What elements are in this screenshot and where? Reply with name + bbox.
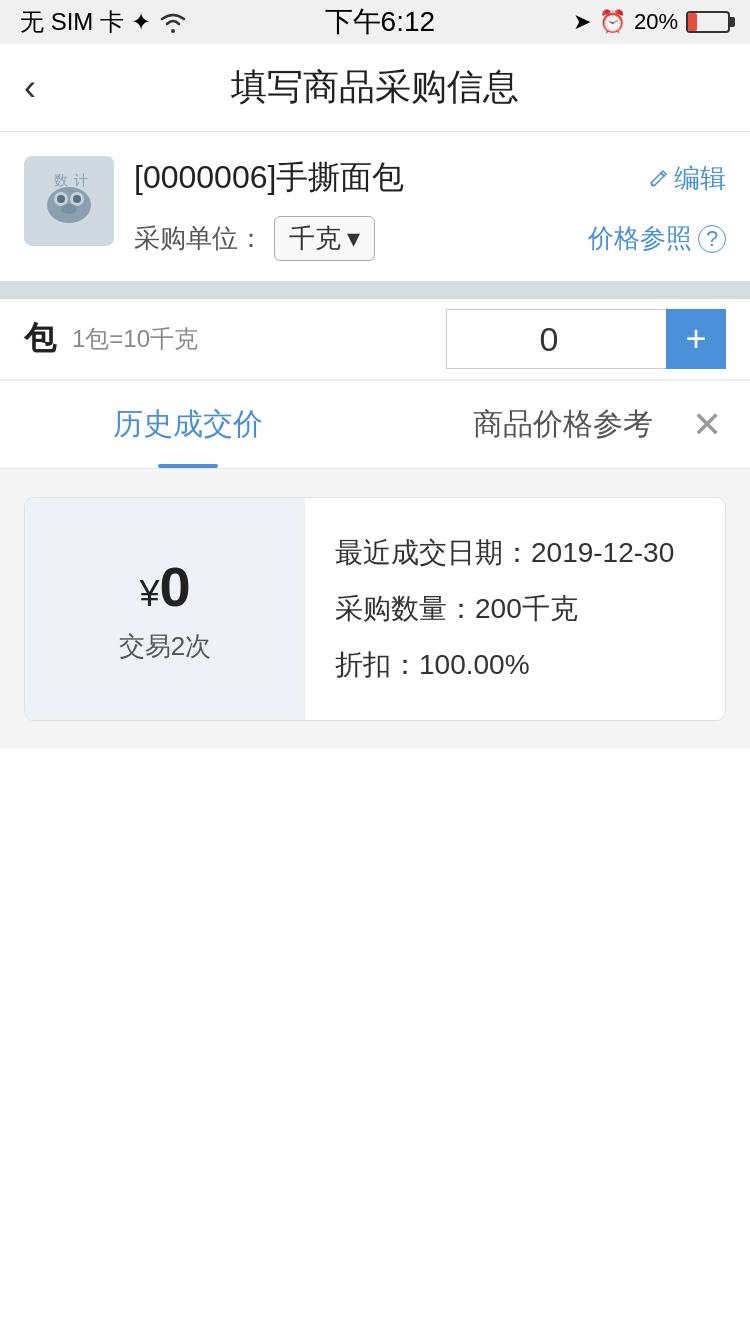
close-button[interactable]: ✕ [692,404,722,446]
price-amount: 0 [159,555,190,618]
discount-line: 折扣：100.00% [335,646,695,684]
status-right: ➤ ⏰ 20% [573,9,730,35]
quantity-input-wrap: + [446,309,726,369]
help-icon: ? [698,225,726,253]
dropdown-arrow: ▾ [347,223,360,254]
wifi-icon [159,11,187,33]
battery-icon [686,11,730,33]
price-card-left: ¥0 交易2次 [25,498,305,720]
product-details: [0000006]手撕面包 编辑 采购单位： 千克 ▾ 价格参照 [134,156,726,261]
tab-active-indicator [158,464,218,468]
location-icon: ➤ [573,9,591,35]
svg-point-5 [61,204,77,214]
quantity-label: 包 1包=10千克 [24,317,198,361]
section-divider [0,281,750,299]
white-area [0,749,750,1334]
recent-date-label: 最近成交日期： [335,537,531,568]
currency-symbol: ¥ [139,573,159,614]
quantity-plus-button[interactable]: + [666,309,726,369]
discount-label: 折扣： [335,649,419,680]
tab-product-price-ref-label: 商品价格参考 [473,404,653,445]
tab-history-price[interactable]: 历史成交价 [0,381,375,468]
status-bar: 无 SIM 卡 ✦ 下午6:12 ➤ ⏰ 20% [0,0,750,44]
product-image-icon: 数 计 [39,171,99,231]
status-left: 无 SIM 卡 ✦ [20,6,187,38]
product-meta: 采购单位： 千克 ▾ 价格参照 ? [134,216,726,261]
price-ref-label: 价格参照 [588,221,692,256]
trade-count: 交易2次 [119,629,211,664]
edit-label: 编辑 [674,161,726,196]
svg-point-4 [73,195,81,203]
nav-bar: ‹ 填写商品采购信息 [0,44,750,132]
price-display: ¥0 [139,554,190,619]
edit-icon [648,167,670,189]
product-card: 数 计 [0000006]手撕面包 编辑 采购单位： 千克 ▾ [0,132,750,281]
back-button[interactable]: ‹ [24,67,36,109]
purchase-qty-value: 200千克 [475,593,578,624]
product-thumbnail: 数 计 [24,156,114,246]
recent-date-line: 最近成交日期：2019-12-30 [335,534,695,572]
recent-date-value: 2019-12-30 [531,537,674,568]
price-card-right: 最近成交日期：2019-12-30 采购数量：200千克 折扣：100.00% [305,498,725,720]
tab-history-price-label: 历史成交价 [113,404,263,445]
sim-label: 无 SIM 卡 ✦ [20,6,151,38]
quantity-input[interactable] [446,309,666,369]
unit-value: 千克 [289,221,341,256]
product-header: [0000006]手撕面包 编辑 [134,156,726,200]
price-card: ¥0 交易2次 最近成交日期：2019-12-30 采购数量：200千克 折扣：… [24,497,726,721]
unit-label: 采购单位： 千克 ▾ [134,216,375,261]
page-title: 填写商品采购信息 [231,63,519,112]
svg-point-3 [57,195,65,203]
product-name: [0000006]手撕面包 [134,156,404,200]
tab-bar: 历史成交价 商品价格参考 ✕ [0,381,750,469]
price-reference-button[interactable]: 价格参照 ? [588,221,726,256]
unit-select[interactable]: 千克 ▾ [274,216,375,261]
svg-text:计: 计 [74,172,88,188]
status-time: 下午6:12 [325,3,436,41]
purchase-qty-label: 采购数量： [335,593,475,624]
edit-button[interactable]: 编辑 [648,161,726,196]
quantity-unit: 包 [24,317,56,361]
quantity-row: 包 1包=10千克 + [0,299,750,379]
clock-icon: ⏰ [599,9,626,35]
quantity-hint: 1包=10千克 [72,323,198,355]
battery-percent: 20% [634,9,678,35]
svg-text:数: 数 [54,172,68,188]
history-section: ¥0 交易2次 最近成交日期：2019-12-30 采购数量：200千克 折扣：… [0,469,750,749]
unit-label-text: 采购单位： [134,221,264,256]
purchase-qty-line: 采购数量：200千克 [335,590,695,628]
discount-value: 100.00% [419,649,530,680]
